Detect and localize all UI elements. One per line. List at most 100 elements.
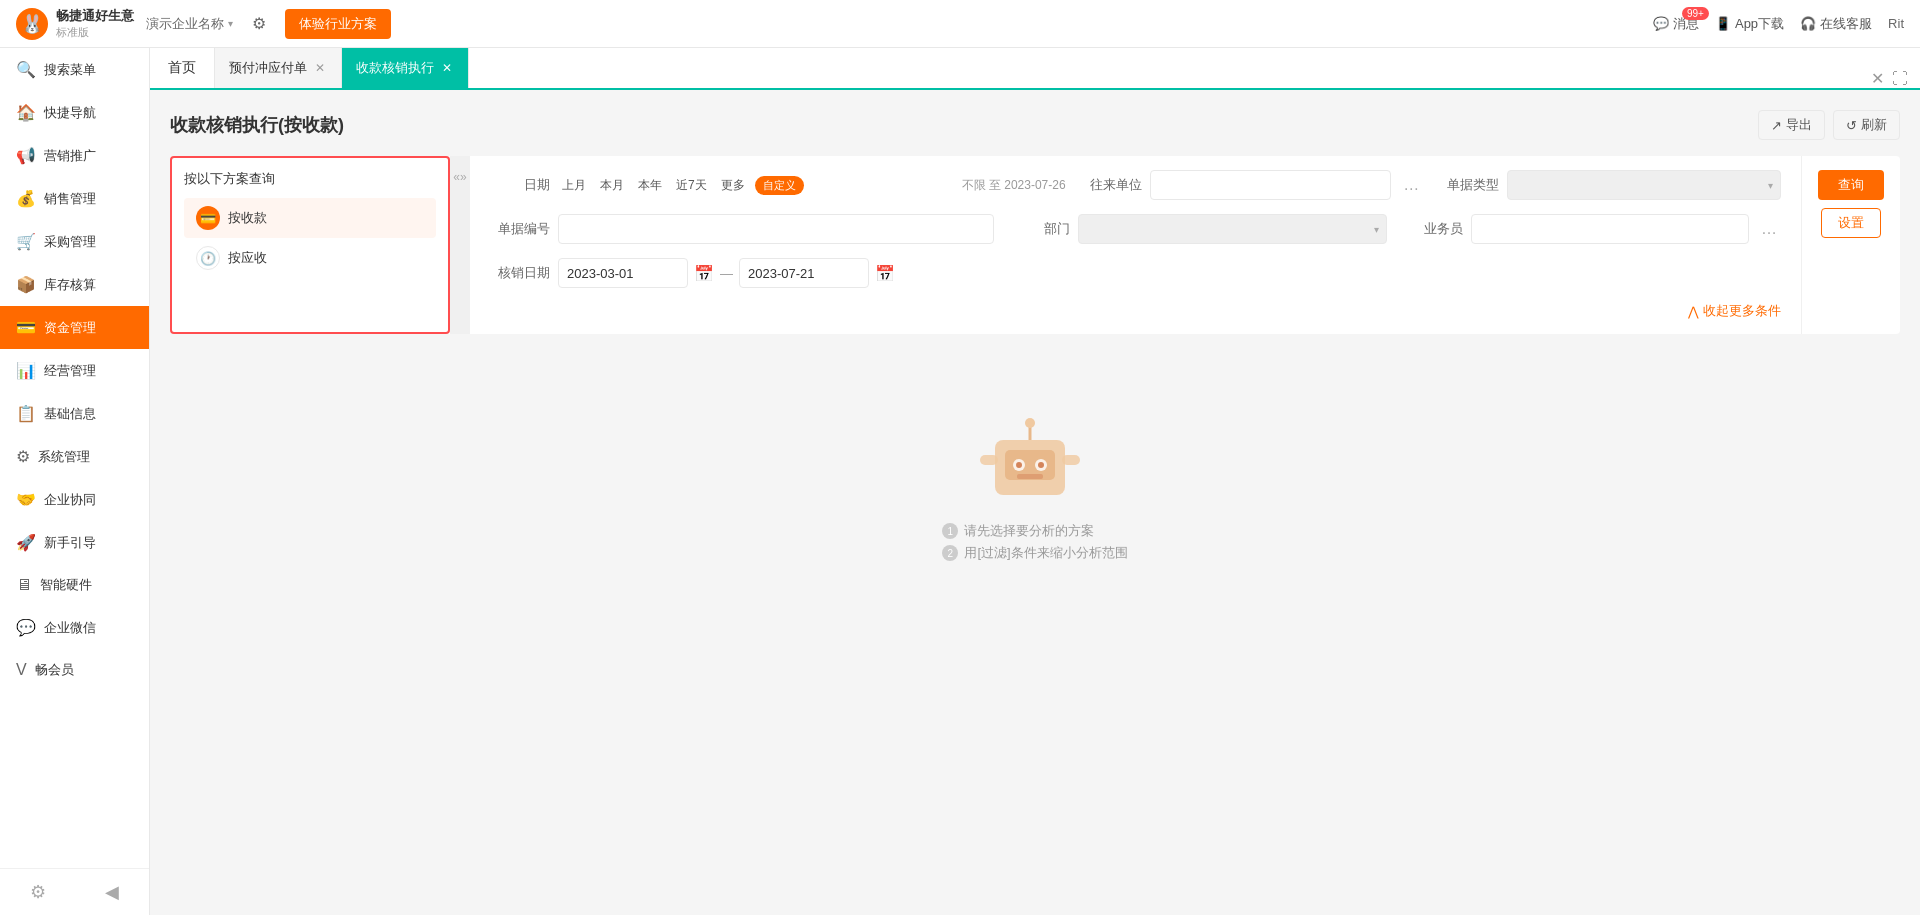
verify-date-to-input[interactable] bbox=[739, 258, 869, 288]
sidebar-settings-button[interactable]: ⚙ bbox=[30, 881, 46, 903]
chevron-down-icon: ▾ bbox=[228, 18, 233, 29]
receivable-option-label: 按应收 bbox=[228, 249, 267, 267]
doc-type-label: 单据类型 bbox=[1439, 176, 1499, 194]
tab-bar: 首页 预付冲应付单 ✕ 收款核销执行 ✕ ✕ ⛶ bbox=[150, 48, 1920, 90]
service-label: 在线客服 bbox=[1820, 15, 1872, 33]
salesperson-input[interactable] bbox=[1471, 214, 1749, 244]
svg-rect-9 bbox=[1062, 455, 1080, 465]
filter-option-by-receipt[interactable]: 💳 按收款 bbox=[184, 198, 436, 238]
online-service[interactable]: 🎧 在线客服 bbox=[1800, 15, 1872, 33]
sidebar-item-label: 新手引导 bbox=[44, 534, 96, 552]
app-label: App下载 bbox=[1735, 15, 1784, 33]
verify-date-to-calendar-icon[interactable]: 📅 bbox=[875, 264, 895, 283]
sidebar-item-label: 企业协同 bbox=[44, 491, 96, 509]
sidebar-item-system[interactable]: ⚙ 系统管理 bbox=[0, 435, 149, 478]
chevron-up-icon: ⋀ bbox=[1688, 304, 1699, 319]
sidebar-collapse-button[interactable]: ◀ bbox=[105, 881, 119, 903]
query-button[interactable]: 查询 bbox=[1818, 170, 1884, 200]
salesperson-ellipsis-button[interactable]: … bbox=[1757, 220, 1781, 238]
date-range-display: 不限 至 2023-07-26 bbox=[962, 177, 1066, 194]
empty-icon-area bbox=[975, 410, 1095, 510]
filter-scheme-panel: 按以下方案查询 💳 按收款 🕐 按应收 bbox=[170, 156, 450, 334]
sidebar-item-guide[interactable]: 🚀 新手引导 bbox=[0, 521, 149, 564]
sidebar-item-wechat[interactable]: 💬 企业微信 bbox=[0, 606, 149, 649]
settings-icon[interactable]: ⚙ bbox=[245, 10, 273, 38]
sidebar-item-hardware[interactable]: 🖥 智能硬件 bbox=[0, 564, 149, 606]
message-area[interactable]: 💬 消息 99+ bbox=[1653, 15, 1699, 33]
box-icon: 📦 bbox=[16, 275, 36, 294]
scheme-panel-collapse-button[interactable]: «» bbox=[450, 156, 470, 334]
tab-home[interactable]: 首页 bbox=[150, 48, 215, 88]
sidebar-item-base[interactable]: 📋 基础信息 bbox=[0, 392, 149, 435]
receipt-option-icon: 💳 bbox=[196, 206, 220, 230]
sidebar-item-sales[interactable]: 💰 销售管理 bbox=[0, 177, 149, 220]
app-icon: 📱 bbox=[1715, 16, 1731, 31]
this-year-btn[interactable]: 本年 bbox=[634, 175, 666, 196]
app-download[interactable]: 📱 App下载 bbox=[1715, 15, 1784, 33]
dept-label: 部门 bbox=[1010, 220, 1070, 238]
clipboard-icon: 📋 bbox=[16, 404, 36, 423]
last-month-btn[interactable]: 上月 bbox=[558, 175, 590, 196]
filter-option-by-receivable[interactable]: 🕐 按应收 bbox=[184, 238, 436, 278]
logo-text-area: 畅捷通好生意 标准版 bbox=[56, 7, 134, 40]
empty-hint-2: 2 用[过滤]条件来缩小分析范围 bbox=[942, 544, 1127, 562]
doc-type-select[interactable] bbox=[1507, 170, 1781, 200]
wechat-icon: 💬 bbox=[16, 618, 36, 637]
filter-row-1: 日期 上月 本月 本年 近7天 更多 自定义 不限 bbox=[490, 170, 1781, 200]
tab-prepay-label: 预付冲应付单 bbox=[229, 59, 307, 77]
date-quick-buttons: 上月 本月 本年 近7天 更多 自定义 bbox=[558, 175, 804, 196]
company-selector[interactable]: 演示企业名称 ▾ bbox=[146, 15, 233, 33]
svg-point-5 bbox=[1038, 462, 1044, 468]
sidebar-item-label: 经营管理 bbox=[44, 362, 96, 380]
sidebar-item-label: 企业微信 bbox=[44, 619, 96, 637]
last-7days-btn[interactable]: 近7天 bbox=[672, 175, 711, 196]
tab-collect-close-icon[interactable]: ✕ bbox=[440, 61, 454, 75]
filter-counterparty-field: 往来单位 … bbox=[1082, 170, 1424, 200]
tab-prepay[interactable]: 预付冲应付单 ✕ bbox=[215, 48, 342, 88]
counterparty-input[interactable] bbox=[1150, 170, 1392, 200]
filter-verify-date-field: 核销日期 📅 — 📅 bbox=[490, 258, 994, 288]
sidebar-item-member[interactable]: V 畅会员 bbox=[0, 649, 149, 691]
refresh-button[interactable]: ↺ 刷新 bbox=[1833, 110, 1900, 140]
more-date-btn[interactable]: 更多 bbox=[717, 175, 749, 196]
verify-date-from-input[interactable] bbox=[558, 258, 688, 288]
tab-maximize-button[interactable]: ⛶ bbox=[1892, 70, 1908, 88]
industry-button[interactable]: 体验行业方案 bbox=[285, 9, 391, 39]
empty-hint-1: 1 请先选择要分析的方案 bbox=[942, 522, 1127, 540]
tab-actions: ✕ ⛶ bbox=[1871, 69, 1920, 88]
sidebar-item-inventory[interactable]: 📦 库存核算 bbox=[0, 263, 149, 306]
svg-rect-8 bbox=[980, 455, 998, 465]
counterparty-label: 往来单位 bbox=[1082, 176, 1142, 194]
empty-num-2: 2 bbox=[942, 545, 958, 561]
sidebar-item-purchase[interactable]: 🛒 采购管理 bbox=[0, 220, 149, 263]
doc-no-input[interactable] bbox=[558, 214, 994, 244]
sidebar-item-finance[interactable]: 💳 资金管理 bbox=[0, 306, 149, 349]
service-icon: 🎧 bbox=[1800, 16, 1816, 31]
vip-icon: V bbox=[16, 661, 27, 679]
tab-close-button[interactable]: ✕ bbox=[1871, 69, 1884, 88]
dept-select[interactable] bbox=[1078, 214, 1388, 244]
settings-button[interactable]: 设置 bbox=[1821, 208, 1881, 238]
sidebar-item-cooperation[interactable]: 🤝 企业协同 bbox=[0, 478, 149, 521]
sidebar-item-operations[interactable]: 📊 经营管理 bbox=[0, 349, 149, 392]
doc-no-label: 单据编号 bbox=[490, 220, 550, 238]
empty-state: 1 请先选择要分析的方案 2 用[过滤]条件来缩小分析范围 bbox=[170, 350, 1900, 606]
export-button[interactable]: ↗ 导出 bbox=[1758, 110, 1825, 140]
user-name[interactable]: Rit bbox=[1888, 16, 1904, 31]
filter-row-3: 核销日期 📅 — 📅 bbox=[490, 258, 1781, 288]
date-separator: — bbox=[720, 266, 733, 281]
tab-collect-label: 收款核销执行 bbox=[356, 59, 434, 77]
brand-name: 畅捷通好生意 bbox=[56, 7, 134, 25]
sidebar-item-search[interactable]: 🔍 搜索菜单 bbox=[0, 48, 149, 91]
sidebar-item-shortcuts[interactable]: 🏠 快捷导航 bbox=[0, 91, 149, 134]
tab-prepay-close-icon[interactable]: ✕ bbox=[313, 61, 327, 75]
finance-icon: 💳 bbox=[16, 318, 36, 337]
sidebar-item-marketing[interactable]: 📢 营销推广 bbox=[0, 134, 149, 177]
filter-row-2: 单据编号 部门 ▾ bbox=[490, 214, 1781, 244]
this-month-btn[interactable]: 本月 bbox=[596, 175, 628, 196]
counterparty-ellipsis-button[interactable]: … bbox=[1399, 176, 1423, 194]
custom-date-btn[interactable]: 自定义 bbox=[755, 176, 804, 195]
tab-collect[interactable]: 收款核销执行 ✕ bbox=[342, 48, 469, 88]
collapse-more-button[interactable]: ⋀ 收起更多条件 bbox=[1688, 302, 1781, 320]
verify-date-from-calendar-icon[interactable]: 📅 bbox=[694, 264, 714, 283]
